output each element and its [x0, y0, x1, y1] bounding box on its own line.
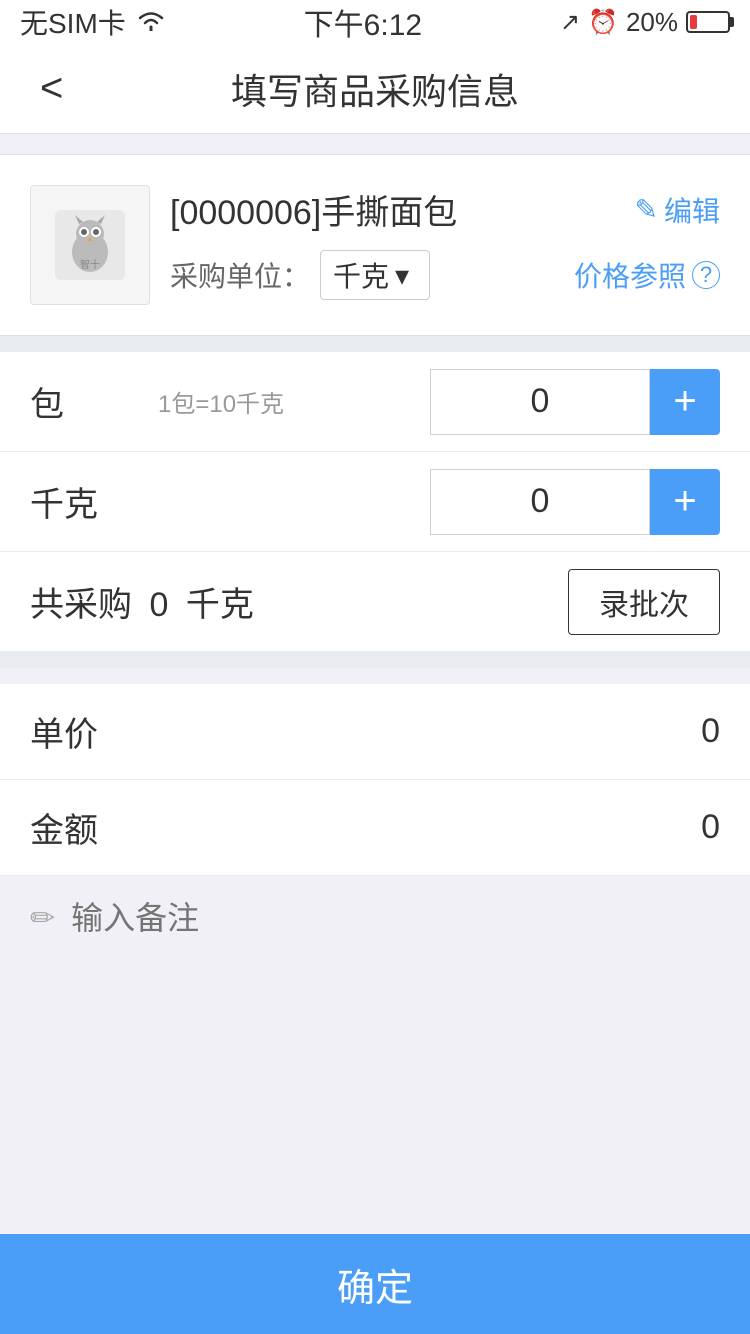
kg-number-input[interactable] [430, 469, 650, 535]
kg-input-row: 千克 + [0, 452, 750, 552]
bao-input-control: + [430, 369, 720, 435]
status-right: ↗ ⏰ 20% [560, 7, 730, 38]
product-logo: 智十 [50, 205, 130, 285]
summary-unit: 千克 [186, 586, 254, 624]
bao-input-row: 包 1包=10千克 + [0, 352, 750, 452]
product-name: [0000006]手撕面包 [170, 185, 457, 234]
summary-amount: 0 [149, 586, 168, 624]
bao-number-input[interactable] [430, 369, 650, 435]
product-bottom-row: 采购单位： 千克 ▾ 价格参照 ? [170, 250, 720, 300]
unit-price-value: 0 [701, 712, 720, 751]
kg-plus-button[interactable]: + [650, 469, 720, 535]
wifi-icon [136, 6, 166, 38]
unit-price-row: 单价 0 [0, 684, 750, 780]
summary-text: 共采购 0 千克 [30, 577, 254, 626]
battery-percent: 20% [626, 7, 678, 38]
bao-sub-label: 1包=10千克 [158, 384, 284, 419]
price-ref-help-icon: ? [692, 261, 720, 289]
confirm-button[interactable]: 确定 [0, 1234, 750, 1334]
batch-button[interactable]: 录批次 [568, 569, 720, 635]
battery-indicator [686, 11, 730, 33]
page-title: 填写商品采购信息 [231, 63, 519, 115]
nav-bar: < 填写商品采购信息 [0, 44, 750, 134]
carrier-text: 无SIM卡 [20, 2, 126, 42]
unit-select[interactable]: 千克 ▾ [320, 250, 430, 300]
price-ref-button[interactable]: 价格参照 ? [574, 255, 720, 295]
status-left: 无SIM卡 [20, 2, 166, 42]
edit-button[interactable]: ✎ 编辑 [635, 190, 720, 230]
product-info: [0000006]手撕面包 ✎ 编辑 采购单位： 千克 ▾ 价格参照 ? [170, 185, 720, 300]
back-button[interactable]: < [30, 56, 73, 121]
unit-arrow: ▾ [395, 259, 409, 292]
bao-label: 包 [30, 377, 150, 426]
amount-value: 0 [701, 808, 720, 847]
remark-input[interactable] [71, 900, 720, 937]
pencil-icon: ✏ [30, 901, 55, 936]
status-bar: 无SIM卡 下午6:12 ↗ ⏰ 20% [0, 0, 750, 44]
bao-plus-button[interactable]: + [650, 369, 720, 435]
unit-row: 采购单位： 千克 ▾ [170, 250, 430, 300]
summary-row: 共采购 0 千克 录批次 [0, 552, 750, 652]
unit-label: 采购单位： [170, 255, 310, 295]
amount-label: 金额 [30, 803, 98, 852]
edit-icon: ✎ [635, 193, 658, 226]
product-card: 智十 [0000006]手撕面包 ✎ 编辑 采购单位： 千克 ▾ 价格参照 ? [0, 154, 750, 336]
content-area [0, 961, 750, 1261]
unit-value: 千克 [333, 255, 389, 295]
edit-label: 编辑 [664, 190, 720, 230]
location-icon: ↗ [560, 8, 580, 37]
product-top-row: [0000006]手撕面包 ✎ 编辑 [170, 185, 720, 234]
section-divider-2 [0, 652, 750, 668]
price-ref-label: 价格参照 [574, 255, 686, 295]
amount-row: 金额 0 [0, 780, 750, 876]
section-divider-1 [0, 336, 750, 352]
input-section: 包 1包=10千克 + 千克 + [0, 352, 750, 552]
price-section: 单价 0 金额 0 [0, 684, 750, 876]
product-image: 智十 [30, 185, 150, 305]
remark-section: ✏ [0, 876, 750, 961]
kg-label: 千克 [30, 477, 150, 526]
status-time: 下午6:12 [304, 0, 422, 44]
svg-text:智十: 智十 [80, 258, 100, 271]
kg-input-control: + [430, 469, 720, 535]
summary-prefix: 共采购 [30, 586, 132, 624]
unit-price-label: 单价 [30, 707, 98, 756]
alarm-icon: ⏰ [588, 8, 618, 37]
